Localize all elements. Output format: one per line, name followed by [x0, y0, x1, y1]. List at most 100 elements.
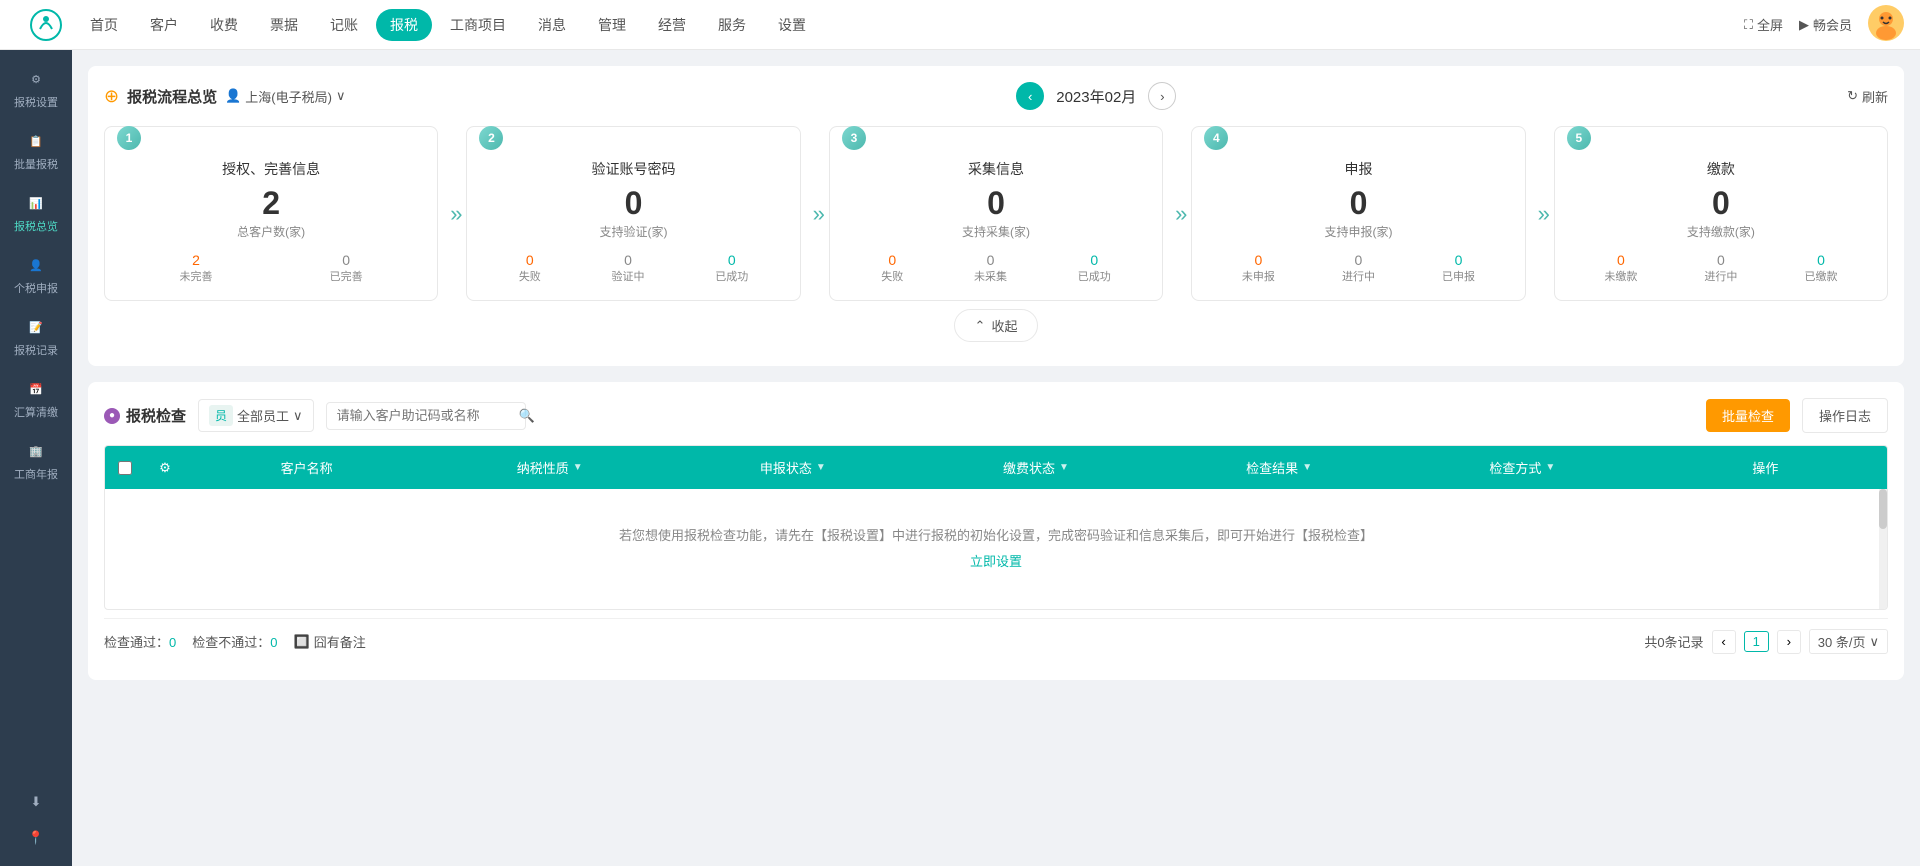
step-count: 0 — [483, 187, 783, 219]
chevron-down-icon: ∨ — [336, 88, 346, 104]
sidebar-item-报税总览[interactable]: 📊 报税总览 — [0, 182, 72, 244]
th-pay-status[interactable]: 缴费状态 ▼ — [914, 446, 1157, 489]
batch-check-btn[interactable]: 批量检查 — [1706, 399, 1790, 432]
nav-item-首页[interactable]: 首页 — [76, 9, 132, 41]
sidebar-icon: 👤 — [25, 254, 47, 276]
step-sub: 支持缴款(家) — [1571, 223, 1871, 240]
step-stat: 0 进行中 — [1704, 252, 1737, 284]
step-arrow-3: » — [1534, 201, 1554, 227]
step-stat: 0 未缴款 — [1604, 252, 1637, 284]
step-stats: 2 未完善 0 已完善 — [121, 252, 421, 284]
fullscreen-btn[interactable]: ⛶ 全屏 — [1744, 15, 1783, 34]
nav-item-消息[interactable]: 消息 — [524, 9, 580, 41]
location-icon: 👤 — [225, 88, 241, 104]
nav-item-服务[interactable]: 服务 — [704, 9, 760, 41]
check-fail-stat: 检查不通过：0 — [192, 632, 277, 651]
process-step-1: 2 验证账号密码 0 支持验证(家) 0 失败 0 验证中 0 已成功 — [466, 126, 800, 301]
sidebar-icon: 📅 — [25, 378, 47, 400]
avatar[interactable] — [1868, 5, 1904, 44]
process-step-2: 3 采集信息 0 支持采集(家) 0 失败 0 未采集 0 已成功 — [829, 126, 1163, 301]
step-arrow-2: » — [1171, 201, 1191, 227]
has-note-badge: 🔲 囧有备注 — [294, 632, 366, 651]
next-month-btn[interactable]: › — [1148, 82, 1176, 110]
step-stat: 0 已成功 — [1078, 252, 1111, 284]
nav-item-票据[interactable]: 票据 — [256, 9, 312, 41]
nav-item-经营[interactable]: 经营 — [644, 9, 700, 41]
title-dot: ● — [104, 408, 120, 424]
select-all-checkbox[interactable] — [118, 461, 132, 475]
prev-month-btn[interactable]: ‹ — [1016, 82, 1044, 110]
current-page: 1 — [1744, 631, 1769, 652]
search-box[interactable]: 🔍 — [326, 402, 526, 430]
nav-items: 首页客户收费票据记账报税工商项目消息管理经营服务设置 — [76, 9, 1744, 41]
setup-link[interactable]: 立即设置 — [970, 554, 1022, 569]
tax-check-header: ● 报税检查 员 全部员工 ∨ 🔍 批量检查 操作日志 — [104, 398, 1888, 433]
step-num: 4 — [1204, 126, 1228, 150]
sidebar-item-汇算清缴[interactable]: 📅 汇算清缴 — [0, 368, 72, 430]
sidebar-bottom-定位[interactable]: 📍 — [24, 822, 48, 854]
th-checkbox — [105, 449, 145, 487]
process-header: ⊕ 报税流程总览 👤 上海(电子税局) ∨ ‹ 2023年02月 › ↻ 刷新 — [104, 82, 1888, 110]
sidebar-bottom-下载[interactable]: ⬇ — [27, 786, 46, 818]
process-location[interactable]: 👤 上海(电子税局) ∨ — [225, 87, 345, 106]
sidebar-label: 工商年报 — [14, 466, 58, 482]
sidebar-icon: 📊 — [25, 192, 47, 214]
nav-item-收费[interactable]: 收费 — [196, 9, 252, 41]
sidebar-label: 汇算清缴 — [14, 404, 58, 420]
step-sub: 支持采集(家) — [846, 223, 1146, 240]
next-page-btn[interactable]: › — [1777, 630, 1801, 654]
refresh-icon: ↻ — [1847, 88, 1858, 104]
step-title: 申报 — [1208, 159, 1508, 179]
fail-count[interactable]: 0 — [270, 635, 277, 650]
per-page-chevron-icon: ∨ — [1869, 634, 1879, 650]
nav-item-记账[interactable]: 记账 — [316, 9, 372, 41]
refresh-btn[interactable]: ↻ 刷新 — [1847, 87, 1888, 106]
logo — [16, 0, 76, 50]
step-sub: 支持申报(家) — [1208, 223, 1508, 240]
th-check-result[interactable]: 检查结果 ▼ — [1158, 446, 1401, 489]
step-title: 采集信息 — [846, 159, 1146, 179]
step-title: 授权、完善信息 — [121, 159, 421, 179]
th-tax-nature[interactable]: 纳税性质 ▼ — [428, 446, 671, 489]
th-declare-status[interactable]: 申报状态 ▼ — [671, 446, 914, 489]
nav-item-设置[interactable]: 设置 — [764, 9, 820, 41]
step-num: 2 — [479, 126, 503, 150]
employee-select[interactable]: 员 全部员工 ∨ — [198, 399, 314, 432]
sidebar-item-批量报税[interactable]: 📋批量报税 — [0, 120, 72, 182]
step-stat: 0 失败 — [881, 252, 903, 284]
empty-state: 若您想使用报税检查功能，请先在【报税设置】中进行报税的初始化设置，完成密码验证和… — [619, 493, 1373, 605]
nav-item-客户[interactable]: 客户 — [136, 9, 192, 41]
th-settings[interactable]: ⚙ — [145, 448, 185, 488]
process-nav: ‹ 2023年02月 › — [1016, 82, 1176, 110]
th-check-method[interactable]: 检查方式 ▼ — [1401, 446, 1644, 489]
nav-item-工商项目[interactable]: 工商项目 — [436, 9, 520, 41]
sidebar-item-工商年报[interactable]: 🏢工商年报 — [0, 430, 72, 492]
empty-text: 若您想使用报税检查功能，请先在【报税设置】中进行报税的初始化设置，完成密码验证和… — [619, 523, 1373, 549]
nav-item-报税[interactable]: 报税 — [376, 9, 432, 41]
step-num: 3 — [842, 126, 866, 150]
sidebar-label: 报税总览 — [14, 218, 58, 234]
table-wrapper: ⚙ 客户名称 纳税性质 ▼ 申报状态 ▼ 缴费状态 ▼ 检查结果 ▼ 检查方式 … — [104, 445, 1888, 610]
step-stat: 0 未申报 — [1242, 252, 1275, 284]
search-input[interactable] — [337, 408, 513, 423]
collapse-bar: ⌃ 收起 — [104, 309, 1888, 342]
operation-log-btn[interactable]: 操作日志 — [1802, 398, 1888, 433]
nav-item-管理[interactable]: 管理 — [584, 9, 640, 41]
member-btn[interactable]: ▶ 畅会员 — [1799, 15, 1852, 34]
th-operation: 操作 — [1644, 446, 1887, 489]
search-icon[interactable]: 🔍 — [519, 408, 535, 424]
process-step-0: 1 授权、完善信息 2 总客户数(家) 2 未完善 0 已完善 — [104, 126, 438, 301]
sidebar-item-个税申报[interactable]: 👤个税申报 — [0, 244, 72, 306]
sidebar-icon: 📋 — [25, 130, 47, 152]
step-stat: 0 失败 — [519, 252, 541, 284]
collapse-btn[interactable]: ⌃ 收起 — [954, 309, 1039, 342]
step-stat: 0 已缴款 — [1804, 252, 1837, 284]
sidebar-icon: 📝 — [25, 316, 47, 338]
prev-page-btn[interactable]: ‹ — [1712, 630, 1736, 654]
top-nav: 首页客户收费票据记账报税工商项目消息管理经营服务设置 ⛶ 全屏 ▶ 畅会员 — [0, 0, 1920, 50]
sidebar-item-报税设置[interactable]: ⚙报税设置 — [0, 58, 72, 120]
sidebar-label: 报税记录 — [14, 342, 58, 358]
sidebar-item-报税记录[interactable]: 📝 报税记录 — [0, 306, 72, 368]
pass-count[interactable]: 0 — [169, 635, 176, 650]
per-page-select[interactable]: 30 条/页 ∨ — [1809, 629, 1888, 654]
